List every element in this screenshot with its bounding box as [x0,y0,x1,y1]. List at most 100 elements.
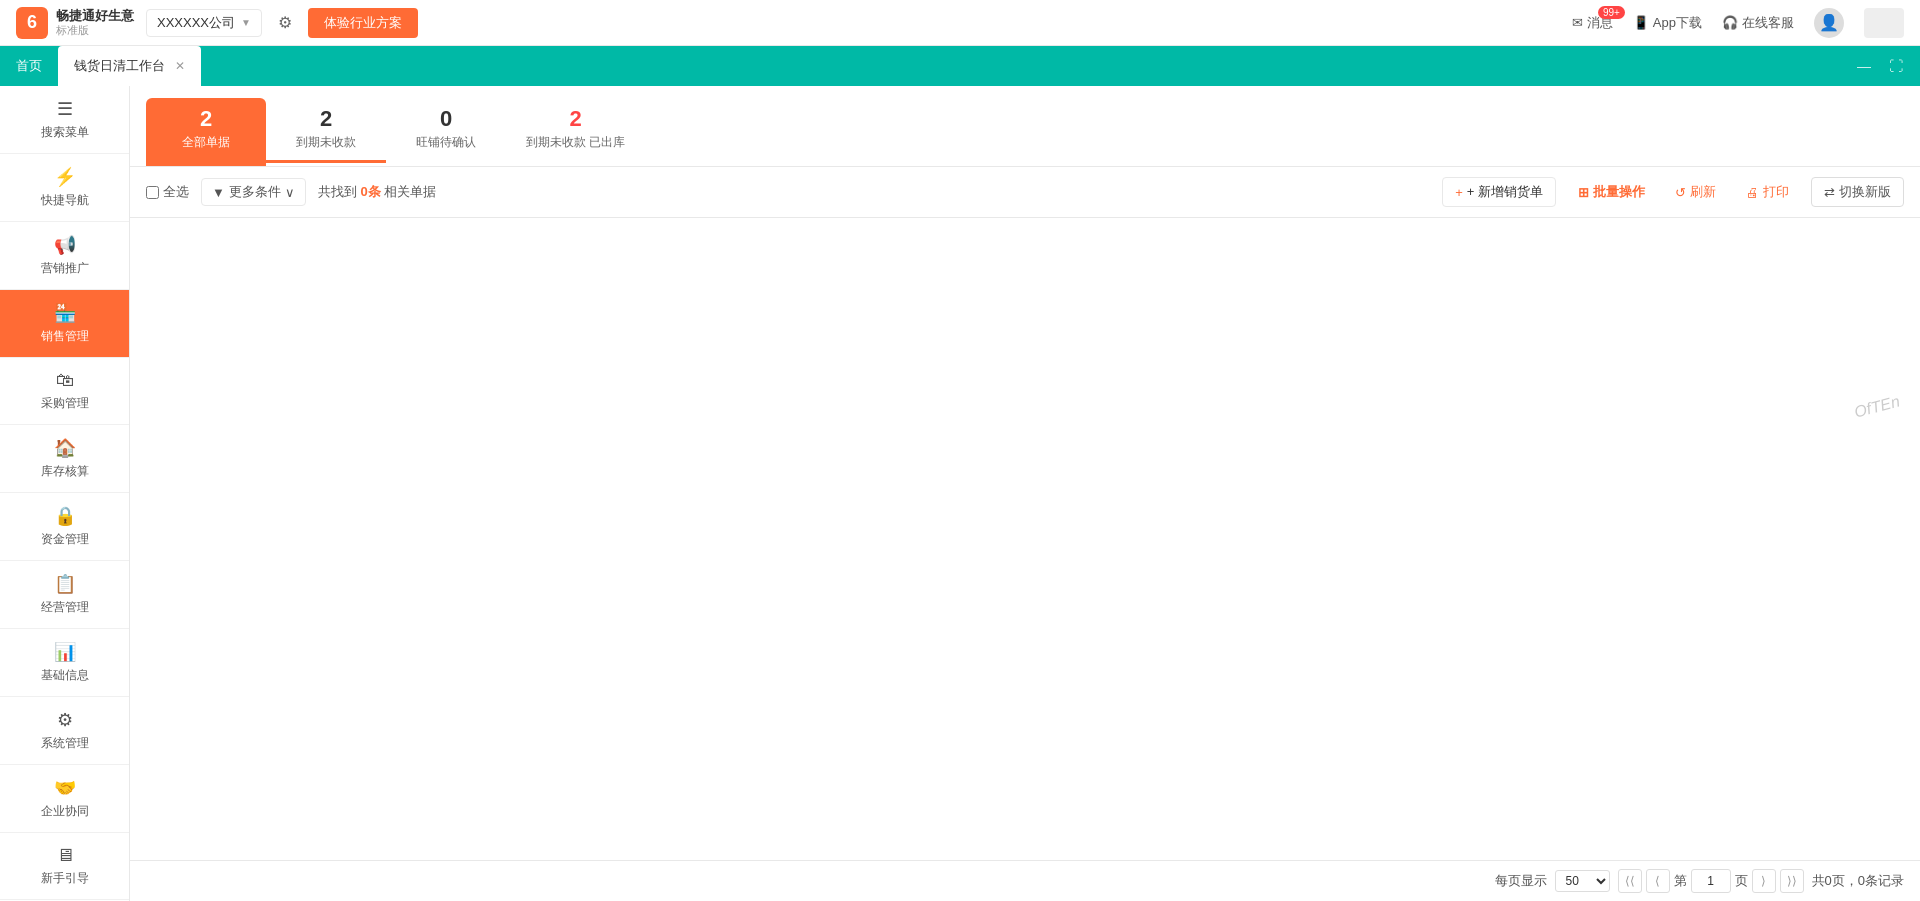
sidebar-item-system[interactable]: ⚙ 系统管理 [0,697,129,765]
first-page-button[interactable]: ⟨⟨ [1618,869,1642,893]
stat-all-label: 全部单据 [166,134,246,151]
page-suffix: 页 [1735,872,1748,890]
sidebar-item-inventory[interactable]: 🏠 库存核算 [0,425,129,493]
basic-info-icon: 📊 [54,641,76,663]
sidebar-item-finance-label: 资金管理 [41,531,89,548]
switch-version-button[interactable]: ⇄ 切换新版 [1811,177,1904,207]
avatar[interactable]: 👤 [1814,8,1844,38]
last-page-button[interactable]: ⟩⟩ [1780,869,1804,893]
marketing-icon: 📢 [54,234,76,256]
found-count: 0条 [361,184,381,199]
trial-button[interactable]: 体验行业方案 [308,8,418,38]
switch-label: 切换新版 [1839,183,1891,201]
per-page-select[interactable]: 50 20 100 [1555,870,1610,892]
settings-icon[interactable]: ⚙ [270,8,300,38]
company-selector[interactable]: XXXXXX公司 ▼ [146,9,262,37]
quicknav-icon: ⚡ [54,166,76,188]
sidebar-item-marketing-label: 营销推广 [41,260,89,277]
plus-icon: + [1455,185,1463,200]
online-service-label: 在线客服 [1742,14,1794,32]
toolbar: 全选 ▼ 更多条件 ∨ 共找到 0条 相关单据 + + 新增销货单 ⊞ 批量操作 [130,167,1920,218]
pagination-bar: 每页显示 50 20 100 ⟨⟨ ⟨ 第 页 ⟩ ⟩⟩ 共0页，0条记录 [130,860,1920,901]
stat-overdue-out-label: 到期未收款 已出库 [526,134,625,151]
print-icon: 🖨 [1746,185,1759,200]
logo-icon: 6 [16,7,48,39]
tab-qhrc[interactable]: 钱货日清工作台 ✕ [58,46,201,86]
tab-bar: 首页 钱货日清工作台 ✕ — ⛶ [0,46,1920,86]
online-service-button[interactable]: 🎧 在线客服 [1722,14,1794,32]
logo-area: 6 畅捷通好生意 标准版 [16,7,146,39]
enterprise-icon: 🤝 [54,777,76,799]
new-sale-button[interactable]: + + 新增销货单 [1442,177,1556,207]
system-icon: ⚙ [57,709,73,731]
stat-all-number: 2 [166,106,246,132]
sidebar-item-search[interactable]: ☰ 搜索菜单 [0,86,129,154]
top-header: 6 畅捷通好生意 标准版 XXXXXX公司 ▼ ⚙ 体验行业方案 ✉ 消息 99… [0,0,1920,46]
tab-home[interactable]: 首页 [0,46,58,86]
new-sale-label: + 新增销货单 [1467,183,1543,201]
sidebar-item-operations[interactable]: 📋 经营管理 [0,561,129,629]
tab-home-label: 首页 [16,57,42,75]
service-icon: 🎧 [1722,15,1738,30]
refresh-button[interactable]: ↺ 刷新 [1667,179,1724,205]
filter-button[interactable]: ▼ 更多条件 ∨ [201,178,306,206]
watermark: OfTEn [1852,392,1901,421]
stat-overdue-label: 到期未收款 [286,134,366,151]
app-download-button[interactable]: 📱 App下载 [1633,14,1702,32]
stat-tab-all[interactable]: 2 全部单据 [146,98,266,166]
stats-tabs: 2 全部单据 2 到期未收款 0 旺铺待确认 2 到期未收款 已出库 [130,86,1920,167]
sidebar-item-enterprise[interactable]: 🤝 企业协同 [0,765,129,833]
sidebar-item-sales[interactable]: 🏪 销售管理 [0,290,129,358]
stat-tab-wangpu[interactable]: 0 旺铺待确认 [386,98,506,166]
stat-overdue-out-number: 2 [526,106,625,132]
message-button[interactable]: ✉ 消息 99+ [1572,14,1613,32]
main-layout: ☰ 搜索菜单 ⚡ 快捷导航 📢 营销推广 🏪 销售管理 🛍 采购管理 🏠 库存核… [0,86,1920,901]
finance-icon: 🔒 [54,505,76,527]
message-badge: 99+ [1598,6,1625,19]
sidebar-item-purchase-label: 采购管理 [41,395,89,412]
prev-page-button[interactable]: ⟨ [1646,869,1670,893]
logo-title: 畅捷通好生意 [56,8,134,24]
sidebar-item-quicknav[interactable]: ⚡ 快捷导航 [0,154,129,222]
sidebar-item-quicknav-label: 快捷导航 [41,192,89,209]
sidebar-item-marketing[interactable]: 📢 营销推广 [0,222,129,290]
app-download-label: App下载 [1653,14,1702,32]
checkbox-input[interactable] [146,186,159,199]
filter-label: 更多条件 [229,183,281,201]
guide-icon: 🖥 [56,845,74,866]
sidebar-item-guide[interactable]: 🖥 新手引导 [0,833,129,900]
batch-button[interactable]: ⊞ 批量操作 [1570,179,1653,205]
content-area: 2 全部单据 2 到期未收款 0 旺铺待确认 2 到期未收款 已出库 全选 [130,86,1920,901]
close-icon[interactable]: ✕ [175,59,185,73]
tab2-underline [266,160,386,163]
next-page-button[interactable]: ⟩ [1752,869,1776,893]
select-all-label: 全选 [163,183,189,201]
per-page-label: 每页显示 [1495,872,1547,890]
tab-maximize-button[interactable]: ⛶ [1884,54,1908,78]
message-icon: ✉ [1572,15,1583,30]
print-button[interactable]: 🖨 打印 [1738,179,1797,205]
sidebar-item-sales-label: 销售管理 [41,328,89,345]
tab-actions: — ⛶ [1852,54,1920,78]
purchase-icon: 🛍 [56,370,74,391]
sidebar-item-inventory-label: 库存核算 [41,463,89,480]
stat-tab-overdue-out[interactable]: 2 到期未收款 已出库 [506,98,645,166]
sidebar-item-basic-info[interactable]: 📊 基础信息 [0,629,129,697]
stat-tab-overdue[interactable]: 2 到期未收款 [266,98,386,166]
header-right: ✉ 消息 99+ 📱 App下载 🎧 在线客服 👤 [1572,8,1904,38]
tab-qhrc-label: 钱货日清工作台 [74,57,165,75]
download-icon: 📱 [1633,15,1649,30]
inventory-icon: 🏠 [54,437,76,459]
sidebar-item-operations-label: 经营管理 [41,599,89,616]
switch-icon: ⇄ [1824,185,1835,200]
sidebar-item-system-label: 系统管理 [41,735,89,752]
select-all-checkbox[interactable]: 全选 [146,183,189,201]
sidebar-item-finance[interactable]: 🔒 资金管理 [0,493,129,561]
sidebar-item-enterprise-label: 企业协同 [41,803,89,820]
tab-minimize-button[interactable]: — [1852,54,1876,78]
page-input[interactable] [1691,869,1731,893]
print-label: 打印 [1763,183,1789,201]
page-prefix: 第 [1674,872,1687,890]
logo-text: 畅捷通好生意 标准版 [56,8,134,37]
sidebar-item-purchase[interactable]: 🛍 采购管理 [0,358,129,425]
